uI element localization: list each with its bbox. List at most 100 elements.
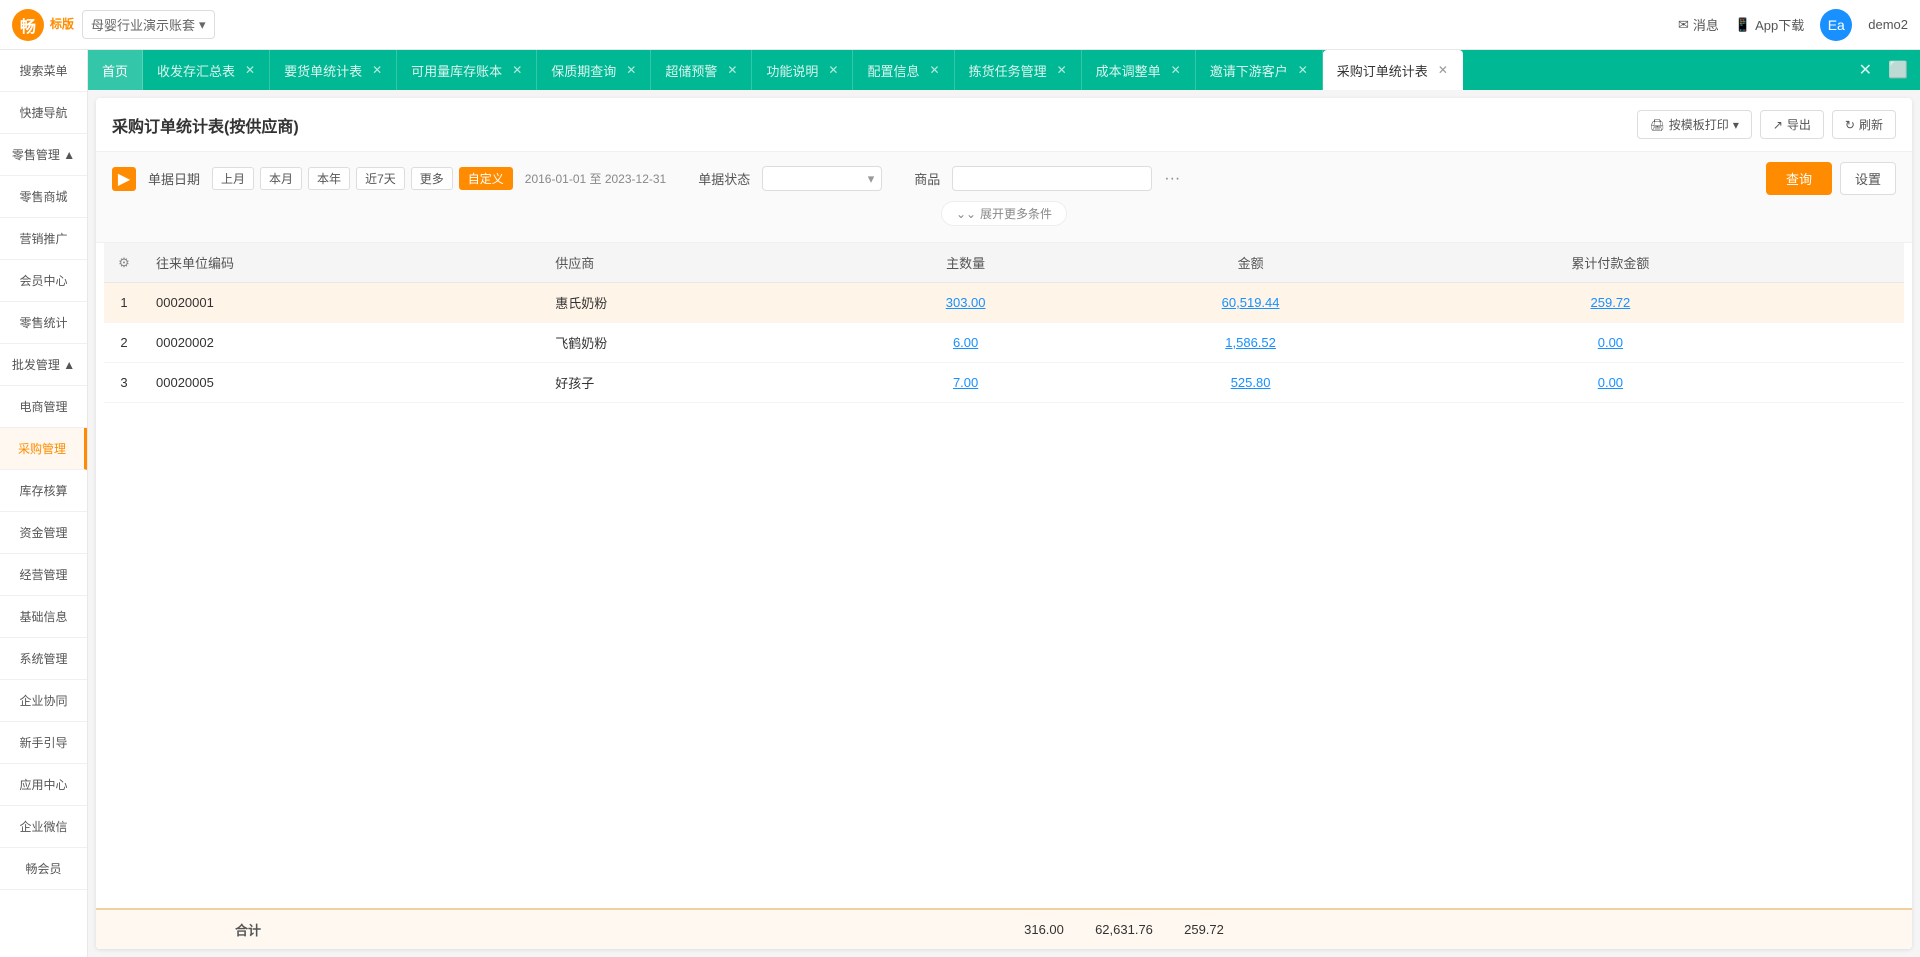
export-button[interactable]: ↗ 导出 [1760,110,1824,139]
refresh-button[interactable]: ↻ 刷新 [1832,110,1896,139]
sidebar-item-retail-mall[interactable]: 零售商城 [0,176,87,218]
nav-tab-overstock[interactable]: 超储预警✕ [651,50,752,90]
nav-tab-label-invite-downstream: 邀请下游客户 [1210,61,1288,80]
row-paid[interactable]: 0.00 [1411,323,1810,363]
message-btn[interactable]: ✉ 消息 [1678,15,1719,34]
nav-tab-label-available-inventory: 可用量库存账本 [411,61,502,80]
table-row: 3 00020005 好孩子 7.00 525.80 0.00 [104,363,1904,403]
sidebar-item-member[interactable]: 会员中心 [0,260,87,302]
sidebar-item-quick-nav[interactable]: 快捷导航 [0,92,87,134]
nav-tab-close-shelf-life[interactable]: ✕ [626,63,636,77]
nav-tab-close-config-info[interactable]: ✕ [930,63,940,77]
nav-tab-demand-stats[interactable]: 要货单统计表 ✕ [270,50,397,90]
filter-row-1: ▶ 单据日期 上月 本月 本年 近7天 更多 自定义 2016-01-01 至 … [112,162,1896,195]
nav-tab-label-cost-adjust: 成本调整单 [1096,61,1161,80]
nav-tab-pick-task[interactable]: 拣货任务管理✕ [955,50,1082,90]
shortcut-more[interactable]: 更多 [411,167,453,190]
sidebar-item-member2[interactable]: 畅会员 [0,848,87,890]
workspace-selector[interactable]: 母婴行业演示账套 ▾ [82,10,215,39]
sidebar-item-search[interactable]: 搜索菜单 [0,50,87,92]
nav-tab-collection-summary[interactable]: 收发存汇总表 ✕ [143,50,270,90]
sidebar-item-retail-mgmt[interactable]: 零售管理 ▲ [0,134,87,176]
app-download-btn[interactable]: 📱 App下载 [1735,15,1804,34]
shortcut-custom[interactable]: 自定义 [459,167,513,190]
row-qty[interactable]: 7.00 [841,363,1091,403]
shortcut-this-year[interactable]: 本年 [308,167,350,190]
sidebar-item-retail-stats[interactable]: 零售统计 [0,302,87,344]
sidebar-item-enterprise[interactable]: 企业协同 [0,680,87,722]
shortcut-this-month[interactable]: 本月 [260,167,302,190]
nav-tab-function-desc[interactable]: 功能说明✕ [752,50,853,90]
nav-tab-cost-adjust[interactable]: 成本调整单 ✕ [1082,50,1196,90]
refresh-icon: ↻ [1845,118,1855,132]
user-name: demo2 [1868,17,1908,32]
maximize-btn[interactable]: ⬜ [1884,56,1912,84]
user-avatar[interactable]: Ea [1820,9,1852,41]
row-extra [1810,323,1904,363]
nav-tab-label-config-info: 配置信息 [867,61,919,80]
sidebar-item-wechat[interactable]: 企业微信 [0,806,87,848]
date-shortcuts: 上月 本月 本年 近7天 更多 自定义 [212,167,513,190]
nav-tab-invite-downstream[interactable]: 邀请下游客户 ✕ [1196,50,1323,90]
goods-filter-label: 商品 [914,169,940,188]
status-select[interactable] [762,166,882,191]
page-title: 采购订单统计表(按供应商) [112,113,299,137]
sidebar-item-ecommerce[interactable]: 电商管理 [0,386,87,428]
row-amount[interactable]: 1,586.52 [1090,323,1410,363]
row-paid[interactable]: 0.00 [1411,363,1810,403]
sidebar-item-inventory[interactable]: 库存核算 [0,470,87,512]
nav-tab-close-cost-adjust[interactable]: ✕ [1171,63,1181,77]
sidebar-item-ops[interactable]: 经营管理 [0,554,87,596]
expand-icon: ⌄⌄ [956,207,976,221]
row-extra [1810,283,1904,323]
nav-tab-close-demand-stats[interactable]: ✕ [372,63,382,77]
main-layout: 搜索菜单快捷导航零售管理 ▲零售商城营销推广会员中心零售统计批发管理 ▲电商管理… [0,50,1920,957]
row-amount[interactable]: 60,519.44 [1090,283,1410,323]
expand-more-btn[interactable]: ⌄⌄ 展开更多条件 [941,201,1067,226]
row-code: 00020001 [144,283,543,323]
row-paid[interactable]: 259.72 [1411,283,1810,323]
column-settings-icon[interactable]: ⚙ [118,255,130,270]
nav-tab-close-overstock[interactable]: ✕ [727,63,737,77]
nav-tab-available-inventory[interactable]: 可用量库存账本 ✕ [397,50,537,90]
export-icon: ↗ [1773,118,1783,132]
col-header-code: 往来单位编码 [144,243,543,283]
top-bar-right: ✉ 消息 📱 App下载 Ea demo2 [1678,9,1908,41]
query-button[interactable]: 查询 [1766,162,1832,195]
settings-button[interactable]: 设置 [1840,162,1896,195]
nav-tab-home[interactable]: 首页 [88,50,143,90]
goods-input[interactable] [952,166,1152,191]
nav-tab-config-info[interactable]: 配置信息 ✕ [853,50,954,90]
sidebar-item-system[interactable]: 系统管理 [0,638,87,680]
sidebar-item-app-center[interactable]: 应用中心 [0,764,87,806]
shortcut-7days[interactable]: 近7天 [356,167,405,190]
toggle-filter-btn[interactable]: ▶ [112,167,136,191]
table-row: 2 00020002 飞鹤奶粉 6.00 1,586.52 0.00 [104,323,1904,363]
nav-tab-close-available-inventory[interactable]: ✕ [512,63,522,77]
sidebar-item-basics[interactable]: 基础信息 [0,596,87,638]
logo-area: 畅 标版 [12,9,74,41]
close-tab-btn[interactable]: ✕ [1855,56,1876,84]
sidebar-item-wholesale-mgmt[interactable]: 批发管理 ▲ [0,344,87,386]
nav-tab-close-collection-summary[interactable]: ✕ [245,63,255,77]
nav-tab-close-pick-task[interactable]: ✕ [1057,63,1067,77]
nav-tab-label-collection-summary: 收发存汇总表 [157,61,235,80]
nav-tab-close-function-desc[interactable]: ✕ [828,63,838,77]
nav-tab-close-invite-downstream[interactable]: ✕ [1298,63,1308,77]
sidebar-item-guide[interactable]: 新手引导 [0,722,87,764]
sidebar-item-purchase-mgmt[interactable]: 采购管理 [0,428,87,470]
nav-tab-close-purchase-stats[interactable]: ✕ [1438,63,1448,77]
row-qty[interactable]: 6.00 [841,323,1091,363]
more-filters-icon[interactable]: ··· [1164,170,1180,188]
nav-tab-label-demand-stats: 要货单统计表 [284,61,362,80]
row-amount[interactable]: 525.80 [1090,363,1410,403]
message-label: 消息 [1693,15,1719,34]
nav-tab-shelf-life[interactable]: 保质期查询✕ [537,50,651,90]
sidebar-item-marketing[interactable]: 营销推广 [0,218,87,260]
shortcut-last-month[interactable]: 上月 [212,167,254,190]
sidebar-item-finance[interactable]: 资金管理 [0,512,87,554]
expand-arrow-icon: ▲ [63,148,75,162]
row-qty[interactable]: 303.00 [841,283,1091,323]
nav-tab-purchase-stats[interactable]: 采购订单统计表✕ [1323,50,1463,90]
print-button[interactable]: 🖨 按模板打印 ▾ [1637,110,1752,139]
